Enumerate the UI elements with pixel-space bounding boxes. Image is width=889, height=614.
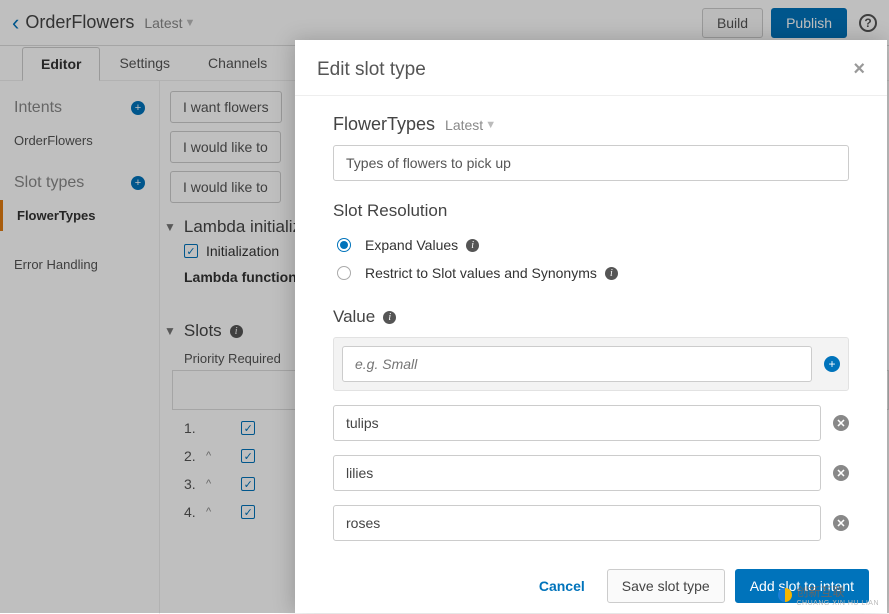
restrict-radio-row[interactable]: Restrict to Slot values and Synonyms i	[333, 259, 849, 287]
delete-value-icon[interactable]: ✕	[833, 515, 849, 531]
expand-values-radio-row[interactable]: Expand Values i	[333, 231, 849, 259]
info-icon[interactable]: i	[383, 311, 396, 324]
watermark-logo-icon	[778, 588, 792, 602]
save-slot-type-button[interactable]: Save slot type	[607, 569, 725, 603]
value-input-container: +	[333, 337, 849, 391]
watermark-py: CHUANG XIN HU LIAN	[796, 600, 879, 607]
watermark-cn: 创新互联	[796, 583, 879, 600]
expand-values-label: Expand Values	[365, 237, 458, 253]
slot-resolution-head: Slot Resolution	[333, 201, 849, 221]
value-item[interactable]: roses	[333, 505, 821, 541]
value-row: roses ✕	[333, 505, 849, 541]
slot-version-label[interactable]: Latest	[445, 117, 483, 133]
info-icon[interactable]: i	[466, 239, 479, 252]
cancel-button[interactable]: Cancel	[527, 570, 597, 602]
radio-checked-icon[interactable]	[337, 238, 351, 252]
add-value-icon[interactable]: +	[824, 356, 840, 372]
watermark: 创新互联 CHUANG XIN HU LIAN	[778, 583, 879, 607]
value-row: tulips ✕	[333, 405, 849, 441]
delete-value-icon[interactable]: ✕	[833, 415, 849, 431]
info-icon[interactable]: i	[605, 267, 618, 280]
value-head: Value i	[333, 307, 849, 327]
radio-unchecked-icon[interactable]	[337, 266, 351, 280]
value-item[interactable]: lilies	[333, 455, 821, 491]
restrict-label: Restrict to Slot values and Synonyms	[365, 265, 597, 281]
value-label: Value	[333, 307, 375, 327]
edit-slot-type-dialog: Edit slot type × FlowerTypes Latest ▼ Sl…	[295, 40, 887, 613]
value-input[interactable]	[342, 346, 812, 382]
chevron-down-icon[interactable]: ▼	[485, 119, 496, 131]
delete-value-icon[interactable]: ✕	[833, 465, 849, 481]
dialog-header: Edit slot type ×	[295, 40, 887, 96]
dialog-title: Edit slot type	[317, 59, 426, 81]
value-item[interactable]: tulips	[333, 405, 821, 441]
value-row: lilies ✕	[333, 455, 849, 491]
slot-type-name: FlowerTypes	[333, 114, 435, 135]
slot-description-input[interactable]	[333, 145, 849, 181]
close-icon[interactable]: ×	[853, 58, 865, 81]
dialog-body: FlowerTypes Latest ▼ Slot Resolution Exp…	[295, 96, 887, 559]
